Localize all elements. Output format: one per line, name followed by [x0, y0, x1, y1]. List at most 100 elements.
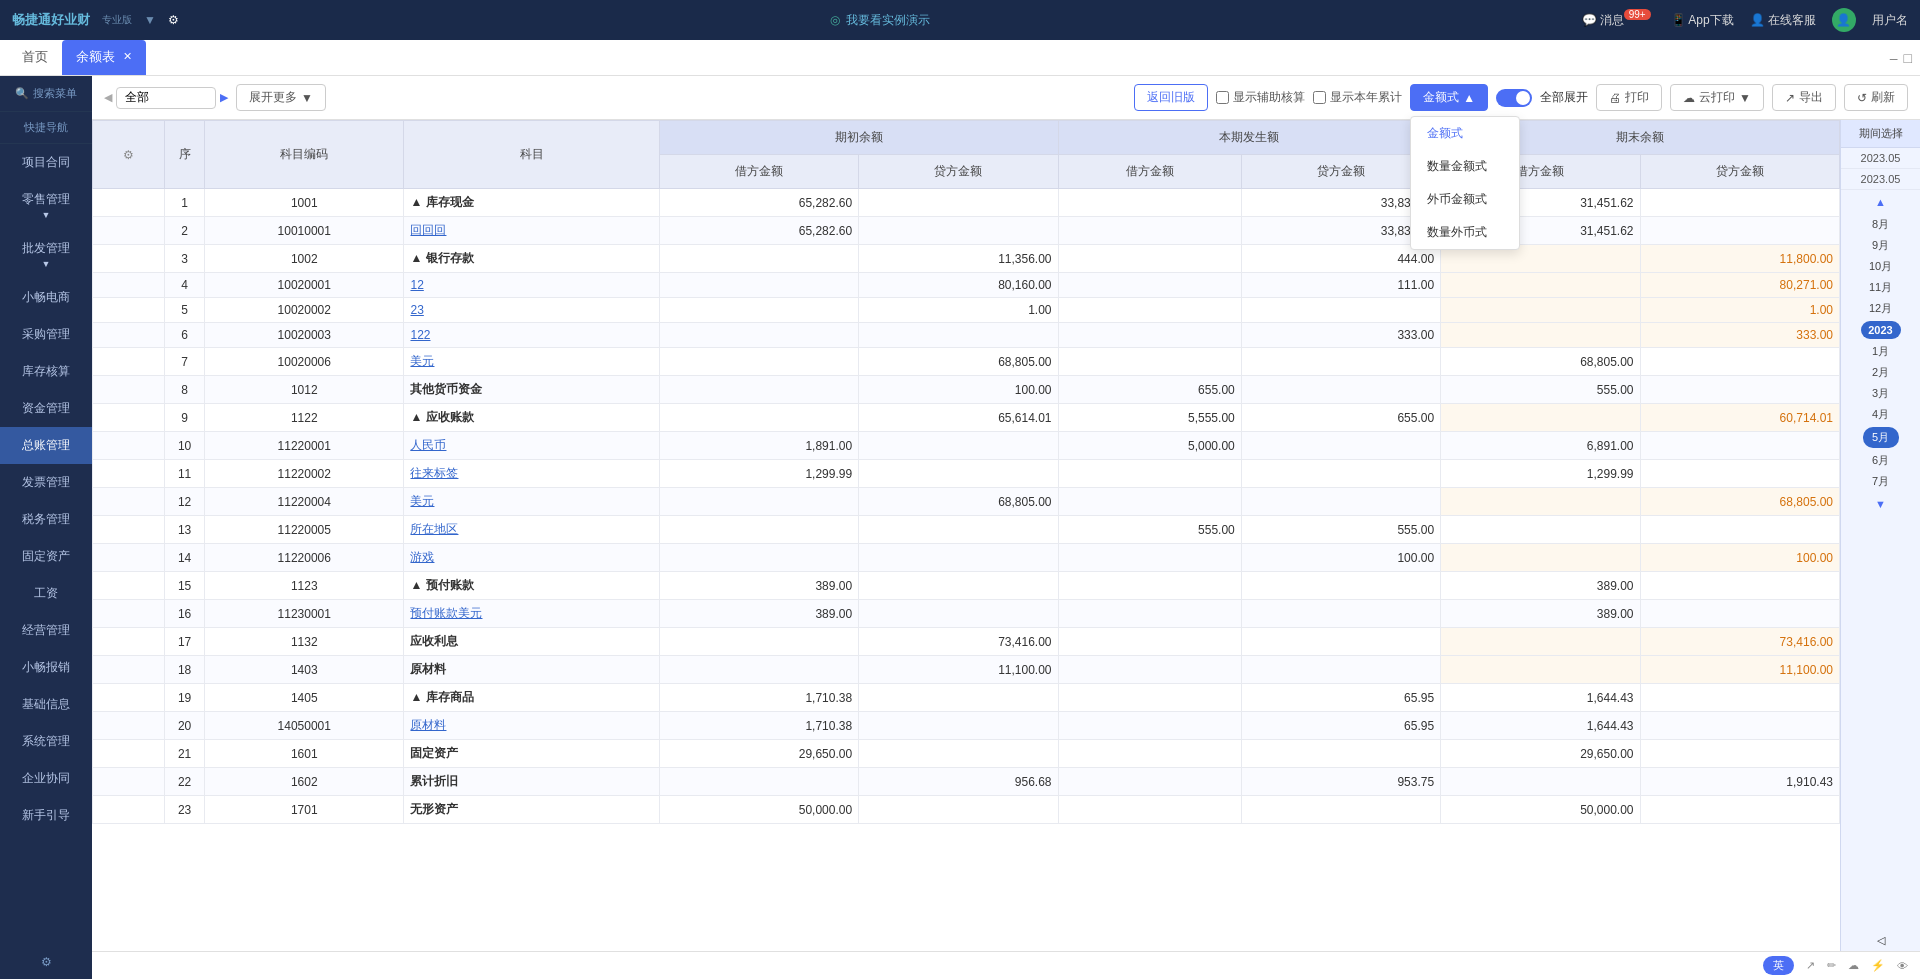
row-subject-cell[interactable]: 23 [404, 298, 659, 323]
sidebar-item-salary[interactable]: 工资 [0, 575, 92, 612]
subject-cell-link[interactable]: 原材料 [410, 718, 446, 732]
dropdown-item-qty-amount[interactable]: 数量金额式 [1411, 150, 1519, 183]
right-panel-nav-up[interactable]: ▲ [1841, 190, 1920, 214]
refresh-btn[interactable]: ↺ 刷新 [1844, 84, 1908, 111]
message-btn[interactable]: 💬 消息 99+ [1582, 12, 1655, 29]
tab-balance-close[interactable]: ✕ [123, 50, 132, 63]
status-icon-5[interactable]: 👁 [1897, 960, 1908, 972]
right-panel-month-5[interactable]: 5月 [1863, 427, 1899, 448]
show-assist-checkbox[interactable] [1216, 91, 1229, 104]
row-subject-cell[interactable]: 美元 [404, 488, 659, 516]
sidebar-item-tax[interactable]: 税务管理 [0, 501, 92, 538]
subject-cell-link[interactable]: 回回回 [410, 223, 446, 237]
service-btn[interactable]: 👤 在线客服 [1750, 12, 1816, 29]
status-icon-4[interactable]: ⚡ [1871, 959, 1885, 972]
row-subject-cell[interactable]: 12 [404, 273, 659, 298]
right-panel-month-11[interactable]: 11月 [1841, 277, 1920, 298]
print-btn[interactable]: 🖨 打印 [1596, 84, 1662, 111]
status-icon-3[interactable]: ☁ [1848, 959, 1859, 972]
right-panel-month-10[interactable]: 10月 [1841, 256, 1920, 277]
row-subject-cell[interactable]: 预付账款美元 [404, 600, 659, 628]
subject-cell-link[interactable]: 预付账款美元 [410, 606, 482, 620]
subject-cell-link[interactable]: 23 [410, 303, 423, 317]
show-annual-checkbox-wrapper[interactable]: 显示本年累计 [1313, 89, 1402, 106]
row-subject-cell[interactable]: 所在地区 [404, 516, 659, 544]
tab-maximize-btn[interactable]: □ [1904, 50, 1912, 66]
row-subject-cell[interactable]: 122 [404, 323, 659, 348]
filter-forward-btn[interactable]: ▶ [220, 91, 228, 104]
right-panel-month-3[interactable]: 3月 [1841, 383, 1920, 404]
subject-cell-link[interactable]: 往来标签 [410, 466, 458, 480]
sidebar-settings-btn[interactable]: ⚙ [0, 945, 92, 979]
status-icon-2[interactable]: ✏ [1827, 959, 1836, 972]
version-selector[interactable]: ▼ [144, 13, 156, 27]
amount-type-btn[interactable]: 金额式 ▲ [1410, 84, 1488, 111]
col-settings-header[interactable]: ⚙ [93, 121, 165, 189]
right-panel-month-9[interactable]: 9月 [1841, 235, 1920, 256]
cloud-print-btn[interactable]: ☁ 云打印 ▼ [1670, 84, 1764, 111]
return-old-btn[interactable]: 返回旧版 [1134, 84, 1208, 111]
dropdown-item-amount[interactable]: 金额式 [1411, 117, 1519, 150]
show-annual-checkbox[interactable] [1313, 91, 1326, 104]
right-panel-month-6[interactable]: 6月 [1841, 450, 1920, 471]
tab-balance[interactable]: 余额表 ✕ [62, 40, 146, 75]
right-panel-month-1[interactable]: 1月 [1841, 341, 1920, 362]
table-wrapper[interactable]: ⚙ 序 科目编码 科目 期初余额 本期发生额 期末余额 借方金额 贷方金额 借方… [92, 120, 1840, 951]
right-panel-month-4[interactable]: 4月 [1841, 404, 1920, 425]
sidebar-item-invoice[interactable]: 发票管理 [0, 464, 92, 501]
sidebar-quick-nav[interactable]: 快捷导航 [0, 112, 92, 144]
expand-more-btn[interactable]: 展开更多 ▼ [236, 84, 326, 111]
subject-cell-link[interactable]: 美元 [410, 494, 434, 508]
sidebar-item-base-info[interactable]: 基础信息 [0, 686, 92, 723]
tab-minimize-btn[interactable]: – [1890, 50, 1898, 66]
dropdown-item-qty-foreign[interactable]: 数量外币式 [1411, 216, 1519, 249]
expand-all-toggle[interactable] [1496, 89, 1532, 107]
demo-text[interactable]: 我要看实例演示 [846, 12, 930, 29]
sidebar-item-system[interactable]: 系统管理 [0, 723, 92, 760]
subject-cell-link[interactable]: 所在地区 [410, 522, 458, 536]
sidebar-item-ledger[interactable]: 总账管理 [0, 427, 92, 464]
export-btn[interactable]: ↗ 导出 [1772, 84, 1836, 111]
subject-cell-link[interactable]: 美元 [410, 354, 434, 368]
user-avatar[interactable]: 👤 [1832, 8, 1856, 32]
subject-cell-link[interactable]: 12 [410, 278, 423, 292]
sidebar-search[interactable]: 🔍 搜索菜单 [0, 76, 92, 112]
row-subject-cell[interactable]: 游戏 [404, 544, 659, 572]
sidebar-item-inventory[interactable]: 库存核算 [0, 353, 92, 390]
dropdown-item-foreign-amount[interactable]: 外币金额式 [1411, 183, 1519, 216]
right-panel-month-8[interactable]: 8月 [1841, 214, 1920, 235]
tab-home[interactable]: 首页 [8, 40, 62, 75]
status-lang-btn[interactable]: 英 [1763, 956, 1794, 975]
sidebar-item-guide[interactable]: 新手引导 [0, 797, 92, 834]
row-subject-cell[interactable]: 回回回 [404, 217, 659, 245]
right-panel-nav-down[interactable]: ▼ [1841, 492, 1920, 516]
filter-input[interactable] [116, 87, 216, 109]
subject-cell-link[interactable]: 人民币 [410, 438, 446, 452]
row-subject-cell[interactable]: 人民币 [404, 432, 659, 460]
right-panel-year-2[interactable]: 2023.05 [1841, 169, 1920, 190]
sidebar-item-purchase[interactable]: 采购管理 [0, 316, 92, 353]
row-subject-cell[interactable]: 往来标签 [404, 460, 659, 488]
sidebar-item-assets[interactable]: 固定资产 [0, 538, 92, 575]
row-subject-cell[interactable]: 美元 [404, 348, 659, 376]
table-settings-icon[interactable]: ⚙ [123, 148, 134, 162]
right-panel-year-1[interactable]: 2023.05 [1841, 148, 1920, 169]
status-icon-1[interactable]: ↗ [1806, 959, 1815, 972]
show-assist-checkbox-wrapper[interactable]: 显示辅助核算 [1216, 89, 1305, 106]
row-subject-cell[interactable]: 原材料 [404, 712, 659, 740]
sidebar-item-wholesale[interactable]: 批发管理 ▼ [0, 230, 92, 279]
sidebar-item-ecommerce[interactable]: 小畅电商 [0, 279, 92, 316]
sidebar-item-finance[interactable]: 资金管理 [0, 390, 92, 427]
settings-top-icon[interactable]: ⚙ [168, 13, 179, 27]
subject-cell-link[interactable]: 游戏 [410, 550, 434, 564]
right-panel-collapse[interactable]: ◁ [1841, 930, 1920, 951]
right-panel-month-12[interactable]: 12月 [1841, 298, 1920, 319]
right-panel-month-2[interactable]: 2月 [1841, 362, 1920, 383]
sidebar-item-expense[interactable]: 小畅报销 [0, 649, 92, 686]
sidebar-item-project[interactable]: 项目合同 [0, 144, 92, 181]
subject-cell-link[interactable]: 122 [410, 328, 430, 342]
sidebar-item-collab[interactable]: 企业协同 [0, 760, 92, 797]
download-btn[interactable]: 📱 App下载 [1671, 12, 1734, 29]
sidebar-item-retail[interactable]: 零售管理 ▼ [0, 181, 92, 230]
sidebar-item-operations[interactable]: 经营管理 [0, 612, 92, 649]
